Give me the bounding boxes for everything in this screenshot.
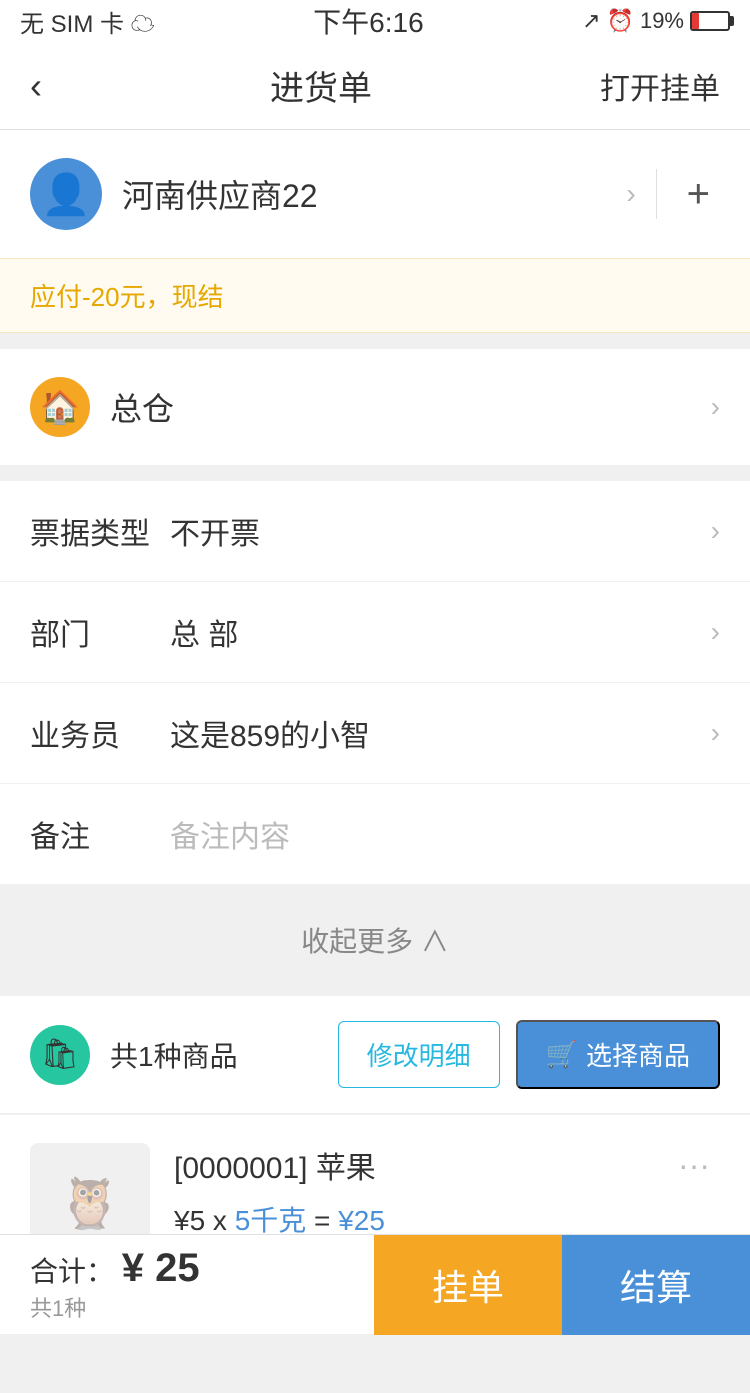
invoice-value: 不开票 [150, 509, 701, 553]
checkout-button[interactable]: 结算 [562, 1235, 750, 1335]
warehouse-name: 总仓 [110, 384, 701, 430]
invoice-label: 票据类型 [30, 509, 150, 553]
product-id: [0000001] [174, 1152, 307, 1185]
salesperson-value: 这是859的小智 [150, 711, 701, 755]
edit-detail-button[interactable]: 修改明细 [338, 1021, 500, 1088]
chevron-right-icon: › [711, 717, 720, 749]
product-title: 苹果 [316, 1152, 376, 1185]
form-row-department[interactable]: 部门 总 部 › [0, 581, 750, 682]
nav-bar: ‹ 进货单 打开挂单 [0, 42, 750, 130]
supplier-section: 👤 河南供应商22 › + 应付-20元，现结 [0, 130, 750, 333]
form-row-salesperson[interactable]: 业务员 这是859的小智 › [0, 682, 750, 783]
hang-order-button[interactable]: 挂单 [374, 1235, 562, 1335]
page-title: 进货单 [270, 61, 372, 110]
alarm-icon: ⏰ [607, 8, 634, 34]
section-gap [0, 980, 750, 996]
remark-input[interactable]: 备注内容 [150, 812, 720, 856]
status-left: 无 SIM 卡 ☁ [20, 4, 155, 39]
price-base: ¥5 x [174, 1205, 235, 1236]
status-right: ↗ ⏰ 19% [582, 8, 730, 34]
supplier-row[interactable]: 👤 河南供应商22 › + [0, 130, 750, 258]
add-supplier-button[interactable]: + [677, 162, 720, 227]
footer-total: 合计： ¥ 25 共1种 [0, 1246, 374, 1323]
chevron-right-icon: › [711, 616, 720, 648]
back-button[interactable]: ‹ [30, 65, 42, 107]
total-label: 合计： [30, 1256, 114, 1287]
supplier-avatar: 👤 [30, 158, 102, 230]
footer: 合计： ¥ 25 共1种 挂单 结算 [0, 1234, 750, 1334]
salesperson-label: 业务员 [30, 711, 150, 755]
chevron-right-icon: › [626, 178, 635, 210]
product-thumb-icon: 🦉 [59, 1174, 121, 1233]
form-section: 票据类型 不开票 › 部门 总 部 › 业务员 这是859的小智 › 备注 备注… [0, 481, 750, 884]
chevron-right-icon: › [711, 515, 720, 547]
products-count: 共1种商品 [110, 1035, 338, 1075]
product-name: [0000001] 苹果 [174, 1143, 668, 1187]
warehouse-row[interactable]: 🏠 总仓 › [0, 349, 750, 465]
cart-icon: 🛒 [546, 1039, 578, 1070]
form-row-invoice[interactable]: 票据类型 不开票 › [0, 481, 750, 581]
battery-text: 19% [640, 8, 684, 34]
price-equals: = [306, 1205, 338, 1236]
sim-status: 无 SIM 卡 ☁ [20, 4, 155, 39]
product-info: [0000001] 苹果 ¥5 x 5千克 = ¥25 [174, 1143, 668, 1239]
status-time: 下午6:16 [313, 1, 424, 41]
products-icon: 🛍 [30, 1025, 90, 1085]
department-value: 总 部 [150, 610, 701, 654]
avatar-icon: 👤 [41, 171, 91, 218]
product-total: ¥25 [338, 1205, 385, 1236]
total-amount: ¥ 25 [122, 1246, 200, 1290]
products-header: 🛍 共1种商品 修改明细 🛒 选择商品 [0, 996, 750, 1113]
product-price: ¥5 x 5千克 = ¥25 [174, 1199, 668, 1239]
supplier-name: 河南供应商22 [122, 171, 616, 217]
location-icon: ↗ [582, 8, 600, 34]
department-label: 部门 [30, 610, 150, 654]
chevron-right-icon: › [711, 391, 720, 423]
select-product-label: 选择商品 [586, 1036, 690, 1073]
footer-total-row: 合计： ¥ 25 [30, 1246, 344, 1291]
status-bar: 无 SIM 卡 ☁ 下午6:16 ↗ ⏰ 19% [0, 0, 750, 42]
warehouse-section: 🏠 总仓 › [0, 349, 750, 465]
total-count: 共1种 [30, 1291, 344, 1323]
remark-label: 备注 [30, 812, 150, 856]
open-hang-button[interactable]: 打开挂单 [600, 64, 720, 108]
info-banner: 应付-20元，现结 [0, 258, 750, 333]
product-qty: 5千克 [235, 1205, 307, 1236]
collapse-button[interactable]: 收起更多 ∧ [0, 900, 750, 980]
warehouse-icon: 🏠 [30, 377, 90, 437]
select-product-button[interactable]: 🛒 选择商品 [516, 1020, 720, 1089]
vertical-divider [656, 169, 657, 219]
battery-icon [690, 11, 730, 31]
more-options-button[interactable]: ··· [668, 1143, 720, 1188]
form-row-remark[interactable]: 备注 备注内容 [0, 783, 750, 884]
